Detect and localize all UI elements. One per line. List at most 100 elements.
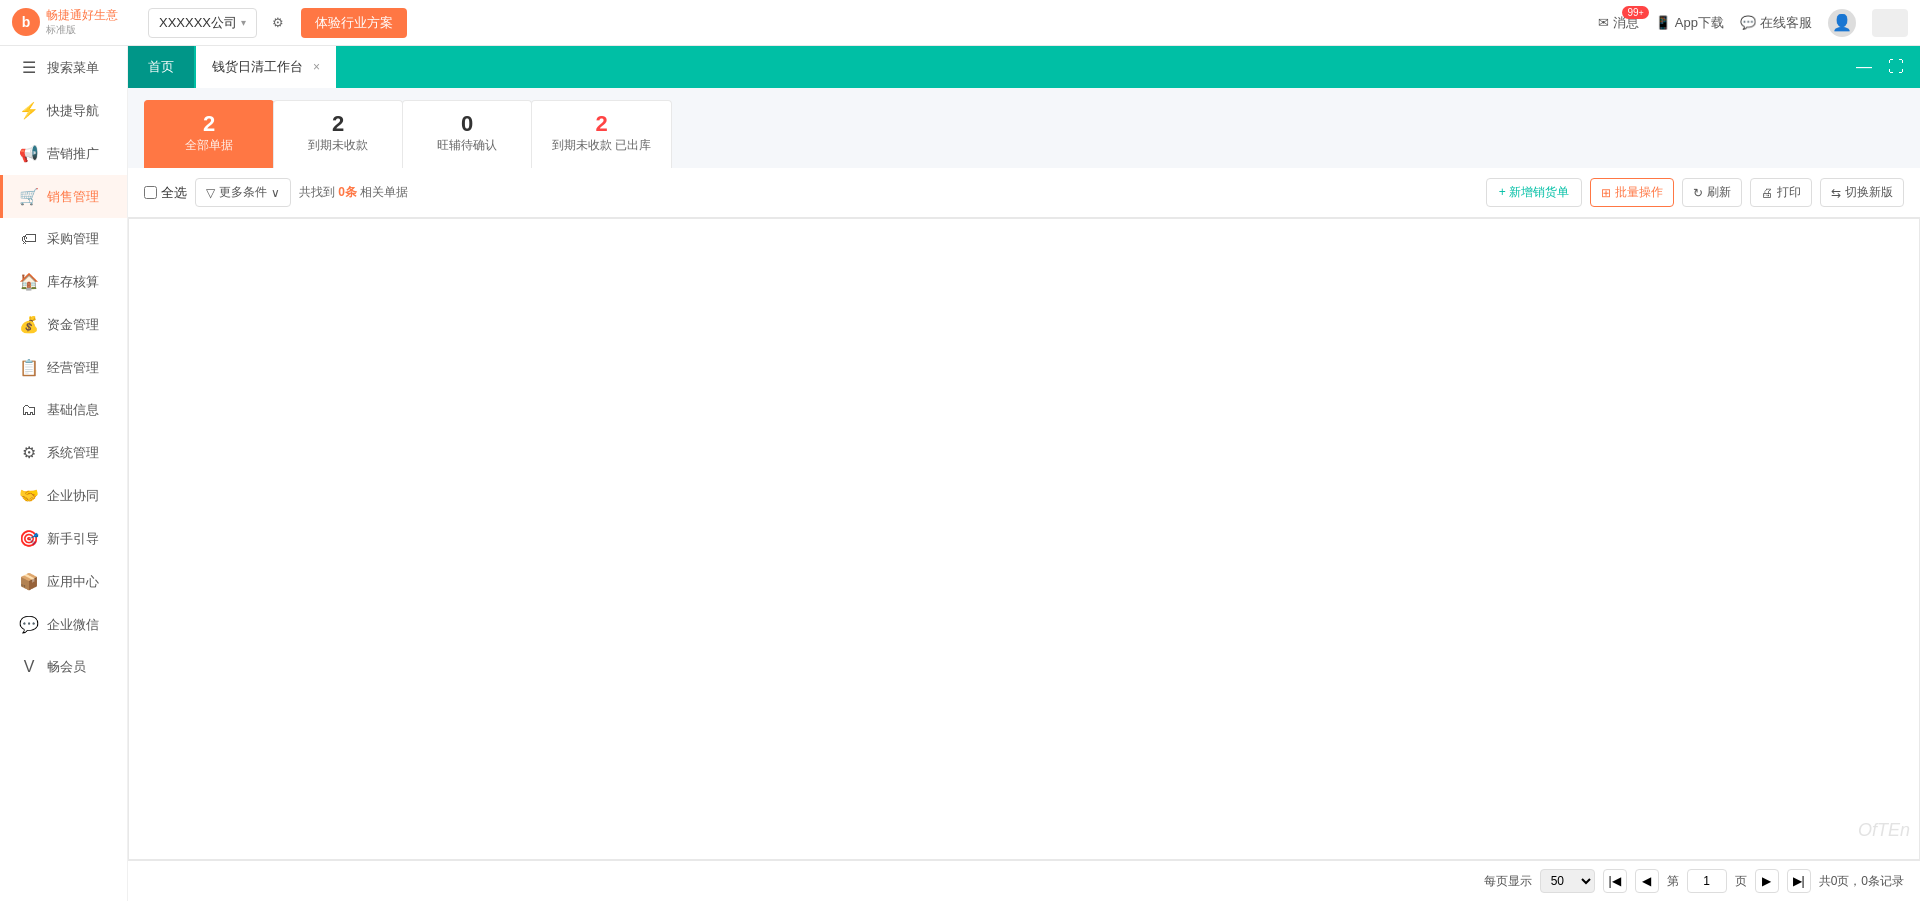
stat-count-1: 2 — [294, 111, 382, 137]
tab-home-label: 首页 — [148, 58, 174, 76]
company-name: XXXXXX公司 — [159, 14, 237, 32]
toolbar-right: + 新增销货单 ⊞ 批量操作 ↻ 刷新 🖨 打印 ⇆ 切换新版 — [1486, 178, 1904, 207]
sidebar-item-8[interactable]: 🗂基础信息 — [0, 389, 127, 431]
select-all-input[interactable] — [144, 186, 157, 199]
stat-label-1: 到期未收款 — [308, 138, 368, 152]
app-download-btn[interactable]: 📱 App下载 — [1655, 14, 1724, 32]
chevron-filter-icon: ∨ — [271, 186, 280, 200]
avatar[interactable]: 👤 — [1828, 9, 1856, 37]
stat-count-0: 2 — [165, 111, 253, 137]
close-tab-icon[interactable]: × — [313, 60, 320, 74]
per-page-label: 每页显示 — [1484, 873, 1532, 890]
logo-icon: b — [12, 8, 40, 36]
sidebar-item-14[interactable]: V 畅会员 — [0, 646, 127, 688]
sidebar-icon-8: 🗂 — [19, 401, 39, 419]
tab-expand-btn[interactable]: ⛶ — [1884, 54, 1908, 80]
filter-label: 更多条件 — [219, 184, 267, 201]
page-last-btn[interactable]: ▶| — [1787, 869, 1811, 893]
avatar-extra — [1872, 9, 1908, 37]
page-next-btn[interactable]: ▶ — [1755, 869, 1779, 893]
settings-icon-btn[interactable]: ⚙ — [263, 8, 293, 38]
page-input[interactable] — [1687, 869, 1727, 893]
page-label: 第 — [1667, 873, 1679, 890]
sidebar-label-9: 系统管理 — [47, 444, 99, 462]
found-suffix: 相关单据 — [360, 185, 408, 199]
tab-home[interactable]: 首页 — [128, 46, 194, 88]
sidebar-item-1[interactable]: ⚡快捷导航 — [0, 89, 127, 132]
tab-bar: 首页 钱货日清工作台 × — ⛶ — [128, 46, 1920, 88]
experience-btn[interactable]: 体验行业方案 — [301, 8, 407, 38]
sidebar-label-4: 采购管理 — [47, 230, 99, 248]
sidebar-icon-14: V — [19, 658, 39, 676]
logo-sub: 标准版 — [46, 23, 118, 37]
found-text: 共找到 0条 相关单据 — [299, 184, 408, 201]
page-prev-btn[interactable]: ◀ — [1635, 869, 1659, 893]
sidebar-label-14: 畅会员 — [47, 658, 86, 676]
print-btn[interactable]: 🖨 打印 — [1750, 178, 1812, 207]
tab-active[interactable]: 钱货日清工作台 × — [196, 46, 336, 88]
sidebar-item-10[interactable]: 🤝企业协同 — [0, 474, 127, 517]
sidebar-item-11[interactable]: 🎯新手引导 — [0, 517, 127, 560]
sidebar-label-2: 营销推广 — [47, 145, 99, 163]
table-area — [128, 218, 1920, 860]
page-first-btn[interactable]: |◀ — [1603, 869, 1627, 893]
stat-count-2: 0 — [423, 111, 511, 137]
switch-version-btn[interactable]: ⇆ 切换新版 — [1820, 178, 1904, 207]
stats-tab-2[interactable]: 0旺辅待确认 — [402, 100, 532, 168]
avatar-icon: 👤 — [1832, 13, 1852, 32]
found-prefix: 共找到 — [299, 185, 335, 199]
tab-bar-actions: — ⛶ — [1840, 46, 1920, 88]
batch-btn[interactable]: ⊞ 批量操作 — [1590, 178, 1674, 207]
print-label: 打印 — [1777, 184, 1801, 201]
sidebar: ☰搜索菜单⚡快捷导航📢营销推广🛒销售管理 🏷 采购管理 🏠库存核算💰资金管理📋经营管理… — [0, 46, 128, 901]
pagination: 每页显示 50 100 200 |◀ ◀ 第 页 ▶ ▶| 共0页，0条记录 — [128, 860, 1920, 901]
sidebar-icon-12: 📦 — [19, 572, 39, 591]
sidebar-item-0[interactable]: ☰搜索菜单 — [0, 46, 127, 89]
sidebar-icon-5: 🏠 — [19, 272, 39, 291]
sidebar-label-0: 搜索菜单 — [47, 59, 99, 77]
sidebar-label-11: 新手引导 — [47, 530, 99, 548]
company-selector[interactable]: XXXXXX公司 ▾ — [148, 8, 257, 38]
sidebar-item-6[interactable]: 💰资金管理 — [0, 303, 127, 346]
sidebar-item-2[interactable]: 📢营销推广 — [0, 132, 127, 175]
message-btn[interactable]: ✉ 消息 99 — [1598, 14, 1639, 32]
refresh-label: 刷新 — [1707, 184, 1731, 201]
toolbar: 全选 ▽ 更多条件 ∨ 共找到 0条 相关单据 + 新增销货单 ⊞ 批量操作 — [128, 168, 1920, 218]
app-download-label: App下载 — [1675, 14, 1724, 32]
content-area: 2全部单据2到期未收款0旺辅待确认2到期未收款 已出库 全选 ▽ 更多条件 ∨ … — [128, 88, 1920, 901]
select-all-checkbox[interactable]: 全选 — [144, 184, 187, 202]
stats-tab-1[interactable]: 2到期未收款 — [273, 100, 403, 168]
found-count: 0条 — [338, 185, 357, 199]
stats-tab-3[interactable]: 2到期未收款 已出库 — [531, 100, 672, 168]
sidebar-item-9[interactable]: ⚙系统管理 — [0, 431, 127, 474]
stat-label-2: 旺辅待确认 — [437, 138, 497, 152]
stats-tabs: 2全部单据2到期未收款0旺辅待确认2到期未收款 已出库 — [128, 88, 1920, 168]
sidebar-icon-13: 💬 — [19, 615, 39, 634]
filter-btn[interactable]: ▽ 更多条件 ∨ — [195, 178, 291, 207]
sidebar-item-7[interactable]: 📋经营管理 — [0, 346, 127, 389]
main-content: 首页 钱货日清工作台 × — ⛶ 2全部单据2到期未收款0旺辅待确认2到期未收款… — [128, 46, 1920, 901]
online-service-btn[interactable]: 💬 在线客服 — [1740, 14, 1812, 32]
sidebar-label-12: 应用中心 — [47, 573, 99, 591]
stats-tab-0[interactable]: 2全部单据 — [144, 100, 274, 168]
header-right: ✉ 消息 99 📱 App下载 💬 在线客服 👤 — [1598, 9, 1908, 37]
online-service-icon: 💬 — [1740, 15, 1756, 30]
batch-icon: ⊞ — [1601, 186, 1611, 200]
sidebar-icon-4: 🏷 — [19, 230, 39, 248]
sidebar-label-13: 企业微信 — [47, 616, 99, 634]
sidebar-item-4[interactable]: 🏷 采购管理 — [0, 218, 127, 260]
sidebar-item-3[interactable]: 🛒销售管理 — [0, 175, 127, 218]
select-all-label: 全选 — [161, 184, 187, 202]
sidebar-icon-3: 🛒 — [19, 187, 39, 206]
sidebar-label-1: 快捷导航 — [47, 102, 99, 120]
refresh-btn[interactable]: ↻ 刷新 — [1682, 178, 1742, 207]
sidebar-item-5[interactable]: 🏠库存核算 — [0, 260, 127, 303]
top-header: b 畅捷通好生意 标准版 XXXXXX公司 ▾ ⚙ 体验行业方案 ✉ 消息 99… — [0, 0, 1920, 46]
sidebar-item-13[interactable]: 💬 企业微信 — [0, 603, 127, 646]
new-sale-btn[interactable]: + 新增销货单 — [1486, 178, 1582, 207]
tab-minimize-btn[interactable]: — — [1852, 54, 1876, 80]
sidebar-label-10: 企业协同 — [47, 487, 99, 505]
per-page-select[interactable]: 50 100 200 — [1540, 869, 1595, 893]
sidebar-item-12[interactable]: 📦 应用中心 — [0, 560, 127, 603]
switch-label: 切换新版 — [1845, 184, 1893, 201]
